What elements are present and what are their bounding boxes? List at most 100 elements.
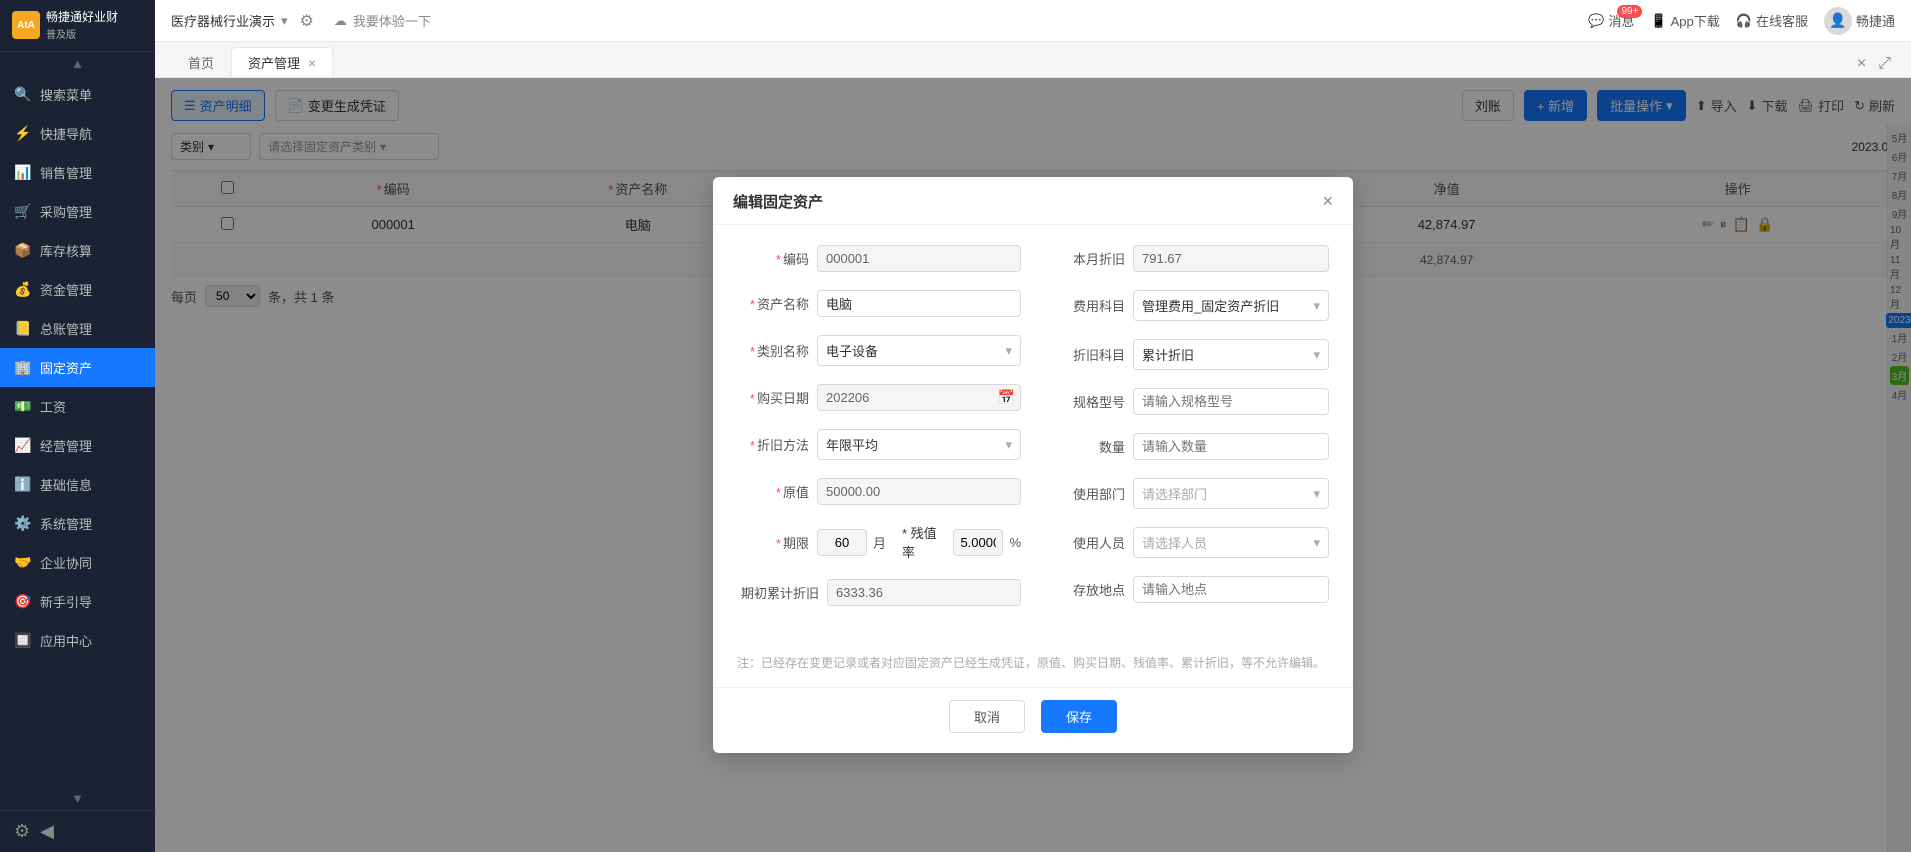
monthly-depr-label: 本月折旧: [1053, 249, 1133, 268]
modal-close-btn[interactable]: ×: [1322, 191, 1333, 212]
category-select-arrow: ▾: [1005, 343, 1012, 359]
sidebar-item-quicknav[interactable]: ⚡ 快捷导航: [0, 114, 155, 153]
form-row-original-value: *原值: [737, 478, 1021, 505]
topbar: 医疗器械行业演示 ▾ ⚙ ☁ 我要体验一下 💬 消息 99+ 📱 App下载 🎧…: [155, 0, 1911, 42]
depr-method-select[interactable]: 年限平均 ▾: [817, 429, 1021, 460]
logo-icon: AtA: [12, 11, 40, 39]
messages-badge: 99+: [1617, 5, 1642, 18]
topbar-settings-icon[interactable]: ⚙: [300, 11, 314, 31]
app-download-btn[interactable]: 📱 App下载: [1650, 11, 1719, 30]
dept-select[interactable]: 请选择部门 ▾: [1133, 478, 1329, 509]
quantity-input[interactable]: [1133, 433, 1329, 460]
form-row-accumulated-depr: 期初累计折旧: [737, 579, 1021, 606]
settings-icon[interactable]: ⚙: [14, 821, 30, 842]
sidebar-item-purchase[interactable]: 🛒 采购管理: [0, 192, 155, 231]
tab-maximize-btn[interactable]: ⤢: [1874, 51, 1895, 77]
form-row-depr-method: *折旧方法 年限平均 ▾: [737, 429, 1021, 460]
basic-info-icon: ℹ️: [14, 475, 32, 493]
enterprise-icon: 🤝: [14, 553, 32, 571]
category-label: *类别名称: [737, 341, 817, 360]
sidebar-item-search[interactable]: 🔍 搜索菜单: [0, 75, 155, 114]
form-row-period: *期限 月 * 残值率 %: [737, 523, 1021, 561]
code-input[interactable]: [817, 245, 1021, 272]
sidebar-item-payroll[interactable]: 💵 工资: [0, 387, 155, 426]
expense-subject-arrow: ▾: [1313, 298, 1320, 314]
sidebar-scroll-down[interactable]: ▼: [0, 787, 155, 810]
calendar-icon[interactable]: 📅: [998, 389, 1015, 406]
accumulated-depr-input[interactable]: [827, 579, 1021, 606]
collapse-icon[interactable]: ◀: [40, 821, 54, 842]
modal-left-col: *编码 *资产名称: [737, 245, 1021, 624]
online-service-btn[interactable]: 🎧 在线客服: [1736, 11, 1808, 30]
sidebar-nav: 🔍 搜索菜单 ⚡ 快捷导航 📊 销售管理 🛒 采购管理 📦 库存核算 💰 资金管…: [0, 75, 155, 787]
residual-rate-label: * 残值率: [902, 523, 947, 561]
sidebar-item-onboarding[interactable]: 🎯 新手引导: [0, 582, 155, 621]
sidebar-item-sales[interactable]: 📊 销售管理: [0, 153, 155, 192]
period-unit: 月: [873, 533, 886, 552]
search-icon: 🔍: [14, 85, 32, 103]
spec-input[interactable]: [1133, 388, 1329, 415]
experience-btn[interactable]: ☁ 我要体验一下: [334, 11, 431, 30]
monthly-depr-input[interactable]: [1133, 245, 1329, 272]
expense-subject-select[interactable]: 管理费用_固定资产折旧 ▾: [1133, 290, 1329, 321]
finance-icon: 💰: [14, 280, 32, 298]
save-button[interactable]: 保存: [1041, 700, 1117, 733]
sidebar-item-enterprise[interactable]: 🤝 企业协同: [0, 543, 155, 582]
sidebar-item-operations[interactable]: 📈 经营管理: [0, 426, 155, 465]
period-input[interactable]: [817, 529, 867, 556]
purchase-date-input[interactable]: [817, 384, 1021, 411]
user-avatar[interactable]: 👤 畅捷通: [1824, 7, 1895, 35]
form-row-purchase-date: *购买日期 📅: [737, 384, 1021, 411]
sidebar-item-basic-info[interactable]: ℹ️ 基础信息: [0, 465, 155, 504]
tab-actions: × ⤢: [1853, 51, 1895, 77]
cancel-button[interactable]: 取消: [949, 700, 1025, 733]
name-input[interactable]: [817, 290, 1021, 317]
purchase-date-wrap: 📅: [817, 384, 1021, 411]
download-icon: 📱: [1650, 13, 1666, 29]
sidebar-item-app-center[interactable]: 🔲 应用中心: [0, 621, 155, 660]
quicknav-icon: ⚡: [14, 124, 32, 142]
original-value-input[interactable]: [817, 478, 1021, 505]
person-label: 使用人员: [1053, 533, 1133, 552]
tab-asset-mgmt[interactable]: 资产管理 ×: [231, 47, 333, 77]
company-dropdown-icon[interactable]: ▾: [281, 13, 288, 29]
sidebar-scroll-up[interactable]: ▲: [0, 52, 155, 75]
page-content: ☰ 资产明细 📄 变更生成凭证 刘账 + 新增 批量操作 ▾: [155, 78, 1911, 852]
residual-rate-input[interactable]: [953, 529, 1003, 556]
category-select[interactable]: 电子设备 ▾: [817, 335, 1021, 366]
depr-subject-arrow: ▾: [1313, 347, 1320, 363]
tab-home[interactable]: 首页: [171, 47, 231, 77]
modal-overlay: 编辑固定资产 × *编码: [155, 78, 1911, 852]
inventory-icon: 📦: [14, 241, 32, 259]
location-input[interactable]: [1133, 576, 1329, 603]
tab-close-asset-mgmt[interactable]: ×: [308, 55, 316, 71]
sidebar-item-system[interactable]: ⚙️ 系统管理: [0, 504, 155, 543]
sales-icon: 📊: [14, 163, 32, 181]
sidebar-item-ledger[interactable]: 📒 总账管理: [0, 309, 155, 348]
sidebar-bottom: ⚙ ◀: [0, 810, 155, 852]
tab-close-btn[interactable]: ×: [1853, 51, 1870, 77]
form-row-dept: 使用部门 请选择部门 ▾: [1053, 478, 1329, 509]
purchase-date-label: *购买日期: [737, 388, 817, 407]
modal-title: 编辑固定资产: [733, 191, 823, 212]
accumulated-depr-label: 期初累计折旧: [737, 583, 827, 602]
modal-right-col: 本月折旧 费用科目 管理费用_固定资产折旧 ▾: [1053, 245, 1329, 624]
sidebar-item-inventory[interactable]: 📦 库存核算: [0, 231, 155, 270]
sidebar-item-finance[interactable]: 💰 资金管理: [0, 270, 155, 309]
avatar: 👤: [1824, 7, 1852, 35]
depr-method-label: *折旧方法: [737, 435, 817, 454]
system-icon: ⚙️: [14, 514, 32, 532]
person-select[interactable]: 请选择人员 ▾: [1133, 527, 1329, 558]
logo-text: 畅捷通好业财: [46, 10, 118, 26]
form-row-monthly-depr: 本月折旧: [1053, 245, 1329, 272]
messages-btn[interactable]: 💬 消息 99+: [1588, 11, 1634, 30]
sidebar-logo: AtA 畅捷通好业财 普及版: [0, 0, 155, 52]
depr-subject-select[interactable]: 累计折旧 ▾: [1133, 339, 1329, 370]
sidebar-item-fixed-assets[interactable]: 🏢 固定资产: [0, 348, 155, 387]
purchase-icon: 🛒: [14, 202, 32, 220]
company-name: 医疗器械行业演示 ▾: [171, 11, 288, 30]
expense-subject-label: 费用科目: [1053, 296, 1133, 315]
form-row-depr-subject: 折旧科目 累计折旧 ▾: [1053, 339, 1329, 370]
modal-body: *编码 *资产名称: [713, 225, 1353, 644]
edit-asset-modal: 编辑固定资产 × *编码: [713, 177, 1353, 753]
